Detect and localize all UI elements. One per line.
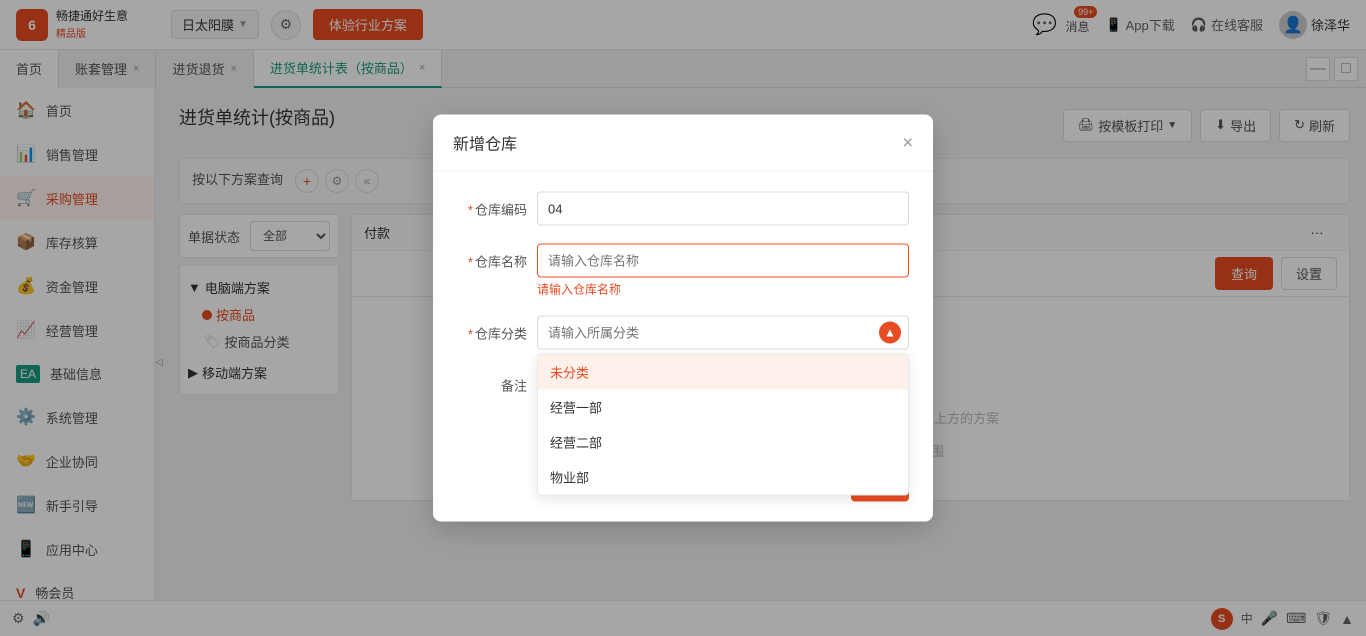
- category-field: ▲ 未分类 经营一部 经营二部 物业部: [537, 316, 909, 350]
- code-label: 仓库编码: [457, 192, 537, 219]
- option-unclassified[interactable]: 未分类: [538, 355, 908, 390]
- option-dept2[interactable]: 经营二部: [538, 425, 908, 460]
- option-dept1[interactable]: 经营一部: [538, 390, 908, 425]
- category-input[interactable]: [537, 316, 909, 350]
- modal-title: 新增仓库: [453, 131, 517, 155]
- form-row-name: 仓库名称 请输入仓库名称: [457, 244, 909, 298]
- notes-label: 备注: [457, 368, 537, 395]
- modal-body: 仓库编码 仓库名称 请输入仓库名称 仓库分类 ▲ 未分类 经营一部: [433, 172, 933, 459]
- modal-close-icon[interactable]: ×: [902, 132, 913, 153]
- add-warehouse-modal: 新增仓库 × 仓库编码 仓库名称 请输入仓库名称 仓库分类 ▲: [433, 115, 933, 522]
- name-input[interactable]: [537, 244, 909, 278]
- modal-header: 新增仓库 ×: [433, 115, 933, 172]
- option-property[interactable]: 物业部: [538, 460, 908, 495]
- name-error-msg: 请输入仓库名称: [537, 281, 909, 298]
- category-dropdown-arrow[interactable]: ▲: [879, 322, 901, 344]
- category-dropdown-list: 未分类 经营一部 经营二部 物业部: [537, 354, 909, 496]
- name-label: 仓库名称: [457, 244, 537, 271]
- category-label: 仓库分类: [457, 316, 537, 343]
- code-field: [537, 192, 909, 226]
- name-field: 请输入仓库名称: [537, 244, 909, 298]
- form-row-code: 仓库编码: [457, 192, 909, 226]
- code-input[interactable]: [537, 192, 909, 226]
- form-row-category: 仓库分类 ▲ 未分类 经营一部 经营二部 物业部: [457, 316, 909, 350]
